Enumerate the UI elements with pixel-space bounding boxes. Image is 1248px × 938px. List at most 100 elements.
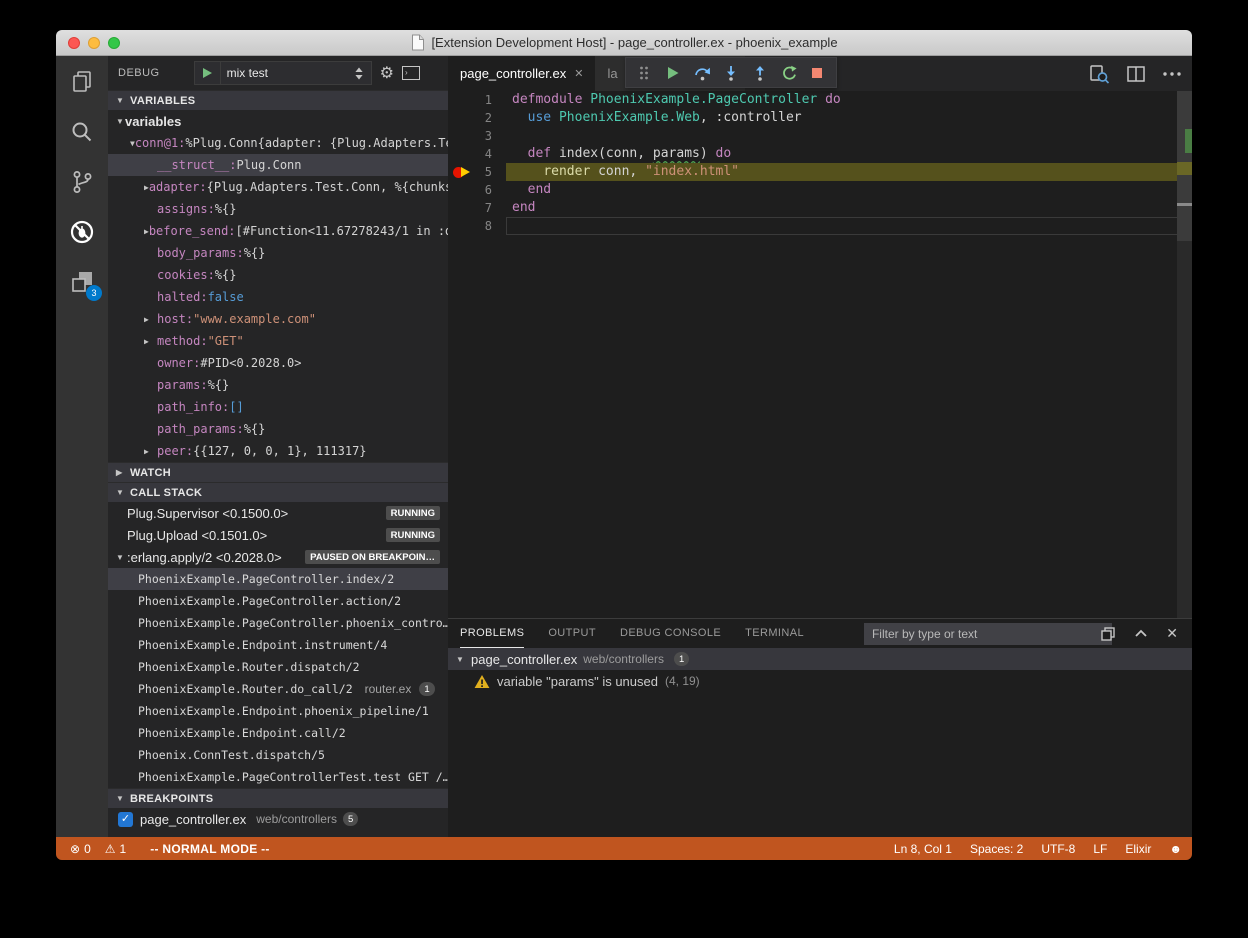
debug-console-icon[interactable]: › xyxy=(402,66,420,80)
collapse-panel-icon[interactable] xyxy=(1134,629,1148,638)
panel-tab-terminal[interactable]: TERMINAL xyxy=(745,619,804,648)
chevron-right-icon: ▶ xyxy=(116,468,125,477)
cursor-marker xyxy=(1177,203,1192,206)
call-stack-frame-row[interactable]: PhoenixExample.Endpoint.instrument/4 xyxy=(108,634,448,656)
split-editor-icon[interactable] xyxy=(1126,65,1146,83)
maximize-panel-icon[interactable] xyxy=(1100,626,1116,642)
restart-icon[interactable] xyxy=(779,63,799,83)
call-stack-thread-row[interactable]: Plug.Supervisor <0.1500.0>RUNNING xyxy=(108,502,448,524)
breakpoint-row[interactable]: ✓page_controller.exweb/controllers5 xyxy=(108,808,448,830)
chevron-down-icon: ▼ xyxy=(116,96,125,105)
call-stack-frame-row[interactable]: Phoenix.ConnTest.dispatch/5 xyxy=(108,744,448,766)
problems-file-group[interactable]: ▼ page_controller.ex web/controllers 1 xyxy=(448,648,1192,670)
code-text: def index(conn, params) do xyxy=(506,145,1192,163)
step-over-icon[interactable] xyxy=(692,63,712,83)
code-editor[interactable]: 1defmodule PhoenixExample.PageController… xyxy=(448,91,1192,618)
configure-gear-icon[interactable]: ⚙ xyxy=(380,63,394,83)
variable-row[interactable]: path_info: [] xyxy=(108,396,448,418)
close-window-button[interactable] xyxy=(68,37,80,49)
breakpoints-section-header[interactable]: ▼ BREAKPOINTS xyxy=(108,788,448,808)
variable-row[interactable]: ▶before_send: [#Function<11.67278243/1 i… xyxy=(108,220,448,242)
call-stack-frame-row[interactable]: PhoenixExample.Endpoint.call/2 xyxy=(108,722,448,744)
editor-gutter[interactable]: 8 xyxy=(448,217,506,235)
call-stack-thread-row[interactable]: ▼:erlang.apply/2 <0.2028.0>PAUSED ON BRE… xyxy=(108,546,448,568)
call-stack-frame-row[interactable]: PhoenixExample.Router.dispatch/2 xyxy=(108,656,448,678)
status-item-elixir[interactable]: Elixir xyxy=(1125,842,1151,856)
editor-tab-1[interactable]: page_controller.ex✕ xyxy=(448,56,595,91)
tab-close-icon[interactable]: ✕ xyxy=(574,67,583,80)
call-stack-tree: Plug.Supervisor <0.1500.0>RUNNINGPlug.Up… xyxy=(108,502,448,788)
status-item-ln-8-col-1[interactable]: Ln 8, Col 1 xyxy=(894,842,952,856)
variables-section-header[interactable]: ▼ VARIABLES xyxy=(108,90,448,110)
panel-tab-debug-console[interactable]: DEBUG CONSOLE xyxy=(620,619,721,648)
variable-row[interactable]: ▶host: "www.example.com" xyxy=(108,308,448,330)
activity-bar: 3 xyxy=(56,56,108,837)
step-out-icon[interactable] xyxy=(750,63,770,83)
status-item-spaces-2[interactable]: Spaces: 2 xyxy=(970,842,1023,856)
status-item-utf-8[interactable]: UTF-8 xyxy=(1041,842,1075,856)
stop-icon[interactable] xyxy=(807,63,827,83)
call-stack-thread-row[interactable]: Plug.Upload <0.1501.0>RUNNING xyxy=(108,524,448,546)
activity-item-debug[interactable] xyxy=(68,218,96,246)
panel-tab-problems[interactable]: PROBLEMS xyxy=(460,619,524,648)
problems-filter-input[interactable] xyxy=(864,623,1112,645)
call-stack-frame-row[interactable]: PhoenixExample.Router.do_call/2router.ex… xyxy=(108,678,448,700)
line-number: 4 xyxy=(448,145,492,163)
feedback-smiley-icon[interactable]: ☻ xyxy=(1169,842,1182,856)
activity-item-search[interactable] xyxy=(68,118,96,146)
start-debug-button[interactable] xyxy=(195,62,221,84)
variable-row[interactable]: ▶method: "GET" xyxy=(108,330,448,352)
minimize-window-button[interactable] xyxy=(88,37,100,49)
variable-row[interactable]: params: %{} xyxy=(108,374,448,396)
breakpoint-paused-icon[interactable] xyxy=(453,166,471,178)
call-stack-frame-row[interactable]: PhoenixExample.PageController.index/2 xyxy=(108,568,448,590)
call-stack-frame-row[interactable]: PhoenixExample.PageControllerTest.test G… xyxy=(108,766,448,788)
call-stack-section-label: CALL STACK xyxy=(130,487,202,499)
call-stack-frame-row[interactable]: PhoenixExample.Endpoint.phoenix_pipeline… xyxy=(108,700,448,722)
error-count[interactable]: ⊗ 0 xyxy=(66,842,95,856)
variables-scope-row[interactable]: ▼variables xyxy=(108,110,448,132)
variable-row[interactable]: halted: false xyxy=(108,286,448,308)
close-panel-icon[interactable]: ✕ xyxy=(1166,625,1178,642)
activity-item-explorer[interactable] xyxy=(68,68,96,96)
editor-gutter[interactable]: 4 xyxy=(448,145,506,163)
open-preview-icon[interactable] xyxy=(1088,64,1110,84)
variable-row[interactable]: assigns: %{} xyxy=(108,198,448,220)
continue-icon[interactable] xyxy=(663,63,683,83)
call-stack-frame-row[interactable]: PhoenixExample.PageController.phoenix_co… xyxy=(108,612,448,634)
editor-gutter[interactable]: 6 xyxy=(448,181,506,199)
editor-gutter[interactable]: 5 xyxy=(448,163,506,181)
activity-item-extensions[interactable]: 3 xyxy=(68,268,96,296)
panel-tab-output[interactable]: OUTPUT xyxy=(548,619,596,648)
source-control-icon xyxy=(69,169,95,195)
more-actions-icon[interactable] xyxy=(1162,71,1182,77)
watch-section-header[interactable]: ▶ WATCH xyxy=(108,462,448,482)
variable-row[interactable]: ▶peer: {{127, 0, 0, 1}, 111317} xyxy=(108,440,448,462)
variable-row[interactable]: __struct__: Plug.Conn xyxy=(108,154,448,176)
step-into-icon[interactable] xyxy=(721,63,741,83)
overview-ruler[interactable] xyxy=(1177,91,1192,618)
breakpoint-checkbox[interactable]: ✓ xyxy=(118,812,133,827)
editor-gutter[interactable]: 2 xyxy=(448,109,506,127)
launch-config-select[interactable]: mix test xyxy=(221,66,371,81)
call-stack-frame-row[interactable]: PhoenixExample.PageController.action/2 xyxy=(108,590,448,612)
chevron-right-icon: ▶ xyxy=(144,447,157,456)
variable-row[interactable]: owner: #PID<0.2028.0> xyxy=(108,352,448,374)
variable-name: conn@1: xyxy=(135,136,186,150)
activity-item-source-control[interactable] xyxy=(68,168,96,196)
warning-count[interactable]: ⚠ 1 xyxy=(101,842,130,856)
status-item-lf[interactable]: LF xyxy=(1093,842,1107,856)
zoom-window-button[interactable] xyxy=(108,37,120,49)
call-stack-section-header[interactable]: ▼ CALL STACK xyxy=(108,482,448,502)
variable-row[interactable]: ▼conn@1: %Plug.Conn{adapter: {Plug.Adapt… xyxy=(108,132,448,154)
editor-gutter[interactable]: 7 xyxy=(448,199,506,217)
status-bar: ⊗ 0 ⚠ 1 -- NORMAL MODE -- Ln 8, Col 1Spa… xyxy=(56,837,1192,860)
variable-row[interactable]: body_params: %{} xyxy=(108,242,448,264)
chevron-down-icon: ▼ xyxy=(116,117,125,126)
editor-gutter[interactable]: 3 xyxy=(448,127,506,145)
variable-row[interactable]: ▶adapter: {Plug.Adapters.Test.Conn, %{ch… xyxy=(108,176,448,198)
problem-row[interactable]: variable "params" is unused(4, 19) xyxy=(448,670,1192,692)
variable-row[interactable]: cookies: %{} xyxy=(108,264,448,286)
variable-row[interactable]: path_params: %{} xyxy=(108,418,448,440)
editor-gutter[interactable]: 1 xyxy=(448,91,506,109)
